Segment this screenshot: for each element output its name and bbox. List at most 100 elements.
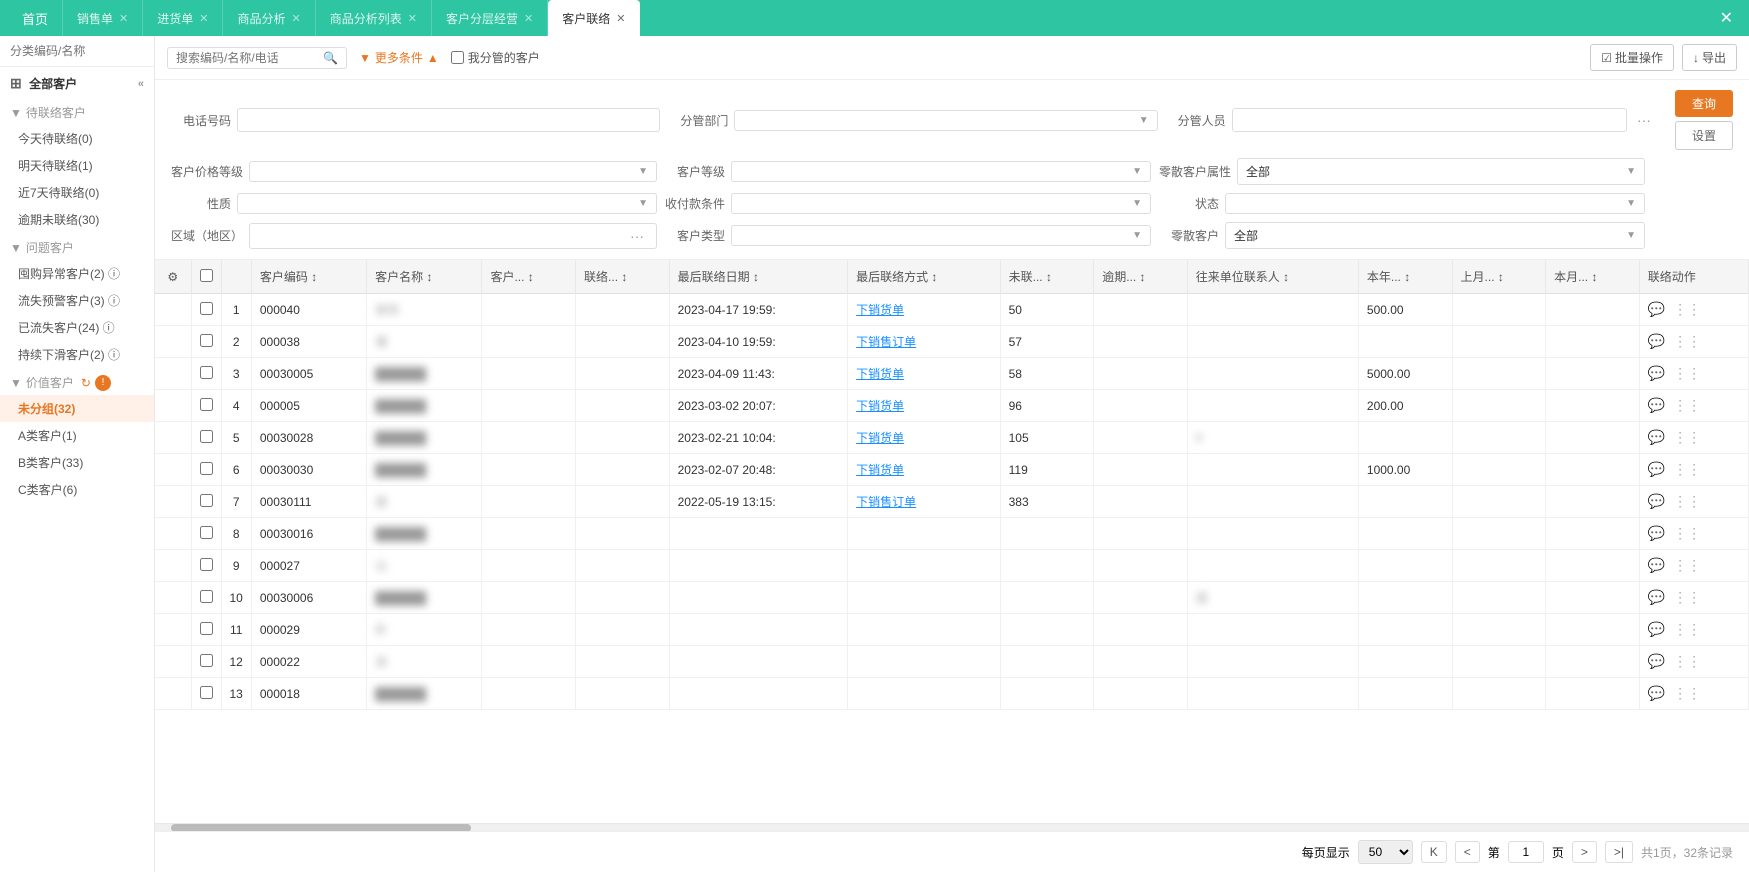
col-code[interactable]: 客户编码 ↕: [251, 260, 366, 294]
col-this-month[interactable]: 本月... ↕: [1546, 260, 1640, 294]
group-problem-arrow[interactable]: ▼: [10, 241, 22, 255]
contact-icon[interactable]: 💬: [1648, 589, 1665, 606]
col-unit-contact[interactable]: 往来单位联系人 ↕: [1187, 260, 1358, 294]
dept-select[interactable]: ▼: [734, 110, 1157, 131]
page-number-input[interactable]: [1508, 841, 1544, 863]
contact-icon[interactable]: 💬: [1648, 621, 1665, 638]
col-last-date[interactable]: 最后联络日期 ↕: [669, 260, 847, 294]
row-select-checkbox[interactable]: [200, 526, 213, 539]
row-checkbox[interactable]: [191, 614, 221, 646]
export-button[interactable]: ↓ 导出: [1682, 44, 1737, 71]
payment-select[interactable]: ▼: [731, 193, 1151, 214]
close-customer-segment-tab[interactable]: ✕: [524, 12, 533, 25]
retail-customer-select[interactable]: 全部 ▼: [1225, 222, 1645, 249]
manager-input[interactable]: [1232, 108, 1627, 132]
menu-icon[interactable]: ⋮⋮: [1673, 461, 1701, 478]
sidebar-item-a-class[interactable]: A类客户(1): [0, 422, 154, 449]
row-checkbox[interactable]: [191, 646, 221, 678]
tab-product-analysis-list[interactable]: 商品分析列表 ✕: [316, 0, 432, 36]
last-type-link[interactable]: 下销售订单: [856, 495, 916, 509]
col-last-month[interactable]: 上月... ↕: [1452, 260, 1546, 294]
menu-icon[interactable]: ⋮⋮: [1673, 365, 1701, 382]
row-checkbox[interactable]: [191, 582, 221, 614]
select-all-checkbox[interactable]: [200, 269, 213, 282]
tab-sales[interactable]: 销售单 ✕: [63, 0, 143, 36]
group-pending-arrow[interactable]: ▼: [10, 106, 22, 120]
contact-icon[interactable]: 💬: [1648, 557, 1665, 574]
row-select-checkbox[interactable]: [200, 558, 213, 571]
sidebar-item-b-class[interactable]: B类客户(33): [0, 449, 154, 476]
col-gear[interactable]: ⚙: [155, 260, 191, 294]
menu-icon[interactable]: ⋮⋮: [1673, 429, 1701, 446]
horizontal-scrollbar[interactable]: [155, 823, 1749, 831]
row-select-checkbox[interactable]: [200, 462, 213, 475]
row-checkbox[interactable]: [191, 358, 221, 390]
last-type-link[interactable]: 下销货单: [856, 399, 904, 413]
sidebar-item-tomorrow-pending[interactable]: 明天待联络(1): [0, 152, 154, 179]
row-select-checkbox[interactable]: [200, 398, 213, 411]
menu-icon[interactable]: ⋮⋮: [1673, 685, 1701, 702]
row-select-checkbox[interactable]: [200, 686, 213, 699]
refresh-icon[interactable]: ↻: [81, 376, 91, 390]
contact-icon[interactable]: 💬: [1648, 461, 1665, 478]
sidebar-item-churn-warning[interactable]: 流失预警客户(3) ⓘ: [0, 287, 154, 314]
last-type-link[interactable]: 下销货单: [856, 463, 904, 477]
nature-select[interactable]: ▼: [237, 193, 657, 214]
col-this-year[interactable]: 本年... ↕: [1358, 260, 1452, 294]
row-checkbox[interactable]: [191, 678, 221, 710]
menu-icon[interactable]: ⋮⋮: [1673, 589, 1701, 606]
contact-icon[interactable]: 💬: [1648, 685, 1665, 702]
window-close-button[interactable]: ✕: [1712, 8, 1741, 28]
last-type-link[interactable]: 下销货单: [856, 431, 904, 445]
retail-attr-select[interactable]: 全部 ▼: [1237, 158, 1645, 185]
sidebar-item-churned[interactable]: 已流失客户(24) ⓘ: [0, 314, 154, 341]
row-select-checkbox[interactable]: [200, 622, 213, 635]
tab-home[interactable]: 首页: [8, 0, 63, 36]
close-product-analysis-list-tab[interactable]: ✕: [408, 12, 417, 25]
contact-icon[interactable]: 💬: [1648, 365, 1665, 382]
row-checkbox[interactable]: [191, 326, 221, 358]
last-type-link[interactable]: 下销售订单: [856, 335, 916, 349]
more-conditions-button[interactable]: ▼ 更多条件 ▲: [359, 49, 439, 66]
row-checkbox[interactable]: [191, 294, 221, 326]
col-checkbox[interactable]: [191, 260, 221, 294]
col-overdue[interactable]: 逾期... ↕: [1094, 260, 1188, 294]
col-last-type[interactable]: 最后联络方式 ↕: [848, 260, 1001, 294]
row-checkbox[interactable]: [191, 518, 221, 550]
row-select-checkbox[interactable]: [200, 590, 213, 603]
row-checkbox[interactable]: [191, 486, 221, 518]
row-select-checkbox[interactable]: [200, 654, 213, 667]
prev-page-button[interactable]: <: [1455, 841, 1480, 863]
contact-icon[interactable]: 💬: [1648, 653, 1665, 670]
query-button[interactable]: 查询: [1675, 90, 1733, 117]
row-checkbox[interactable]: [191, 390, 221, 422]
sidebar-item-today-pending[interactable]: 今天待联络(0): [0, 125, 154, 152]
col-type[interactable]: 客户... ↕: [482, 260, 576, 294]
col-name[interactable]: 客户名称 ↕: [367, 260, 482, 294]
last-type-link[interactable]: 下销货单: [856, 367, 904, 381]
close-purchase-tab[interactable]: ✕: [199, 12, 208, 25]
tab-product-analysis[interactable]: 商品分析 ✕: [223, 0, 315, 36]
region-more-btn[interactable]: ···: [626, 228, 648, 244]
contact-icon[interactable]: 💬: [1648, 429, 1665, 446]
tab-customer-segment[interactable]: 客户分层经营 ✕: [432, 0, 548, 36]
col-contact[interactable]: 联络... ↕: [576, 260, 670, 294]
close-sales-tab[interactable]: ✕: [119, 12, 128, 25]
sidebar-item-declining[interactable]: 持续下滑客户(2) ⓘ: [0, 341, 154, 368]
row-select-checkbox[interactable]: [200, 430, 213, 443]
filter-search-input[interactable]: [176, 51, 319, 65]
last-type-link[interactable]: 下销货单: [856, 303, 904, 317]
contact-icon[interactable]: 💬: [1648, 301, 1665, 318]
sidebar-item-ungroup[interactable]: 未分组(32): [0, 395, 154, 422]
first-page-button[interactable]: K: [1421, 841, 1447, 863]
contact-icon[interactable]: 💬: [1648, 525, 1665, 542]
next-page-button[interactable]: >: [1572, 841, 1597, 863]
row-checkbox[interactable]: [191, 422, 221, 454]
menu-icon[interactable]: ⋮⋮: [1673, 493, 1701, 510]
menu-icon[interactable]: ⋮⋮: [1673, 621, 1701, 638]
sidebar-search-input[interactable]: [10, 44, 155, 58]
my-customers-checkbox[interactable]: [451, 51, 464, 64]
row-select-checkbox[interactable]: [200, 334, 213, 347]
menu-icon[interactable]: ⋮⋮: [1673, 301, 1701, 318]
sidebar-item-abnormal[interactable]: 囤购异常客户(2) ⓘ: [0, 260, 154, 287]
